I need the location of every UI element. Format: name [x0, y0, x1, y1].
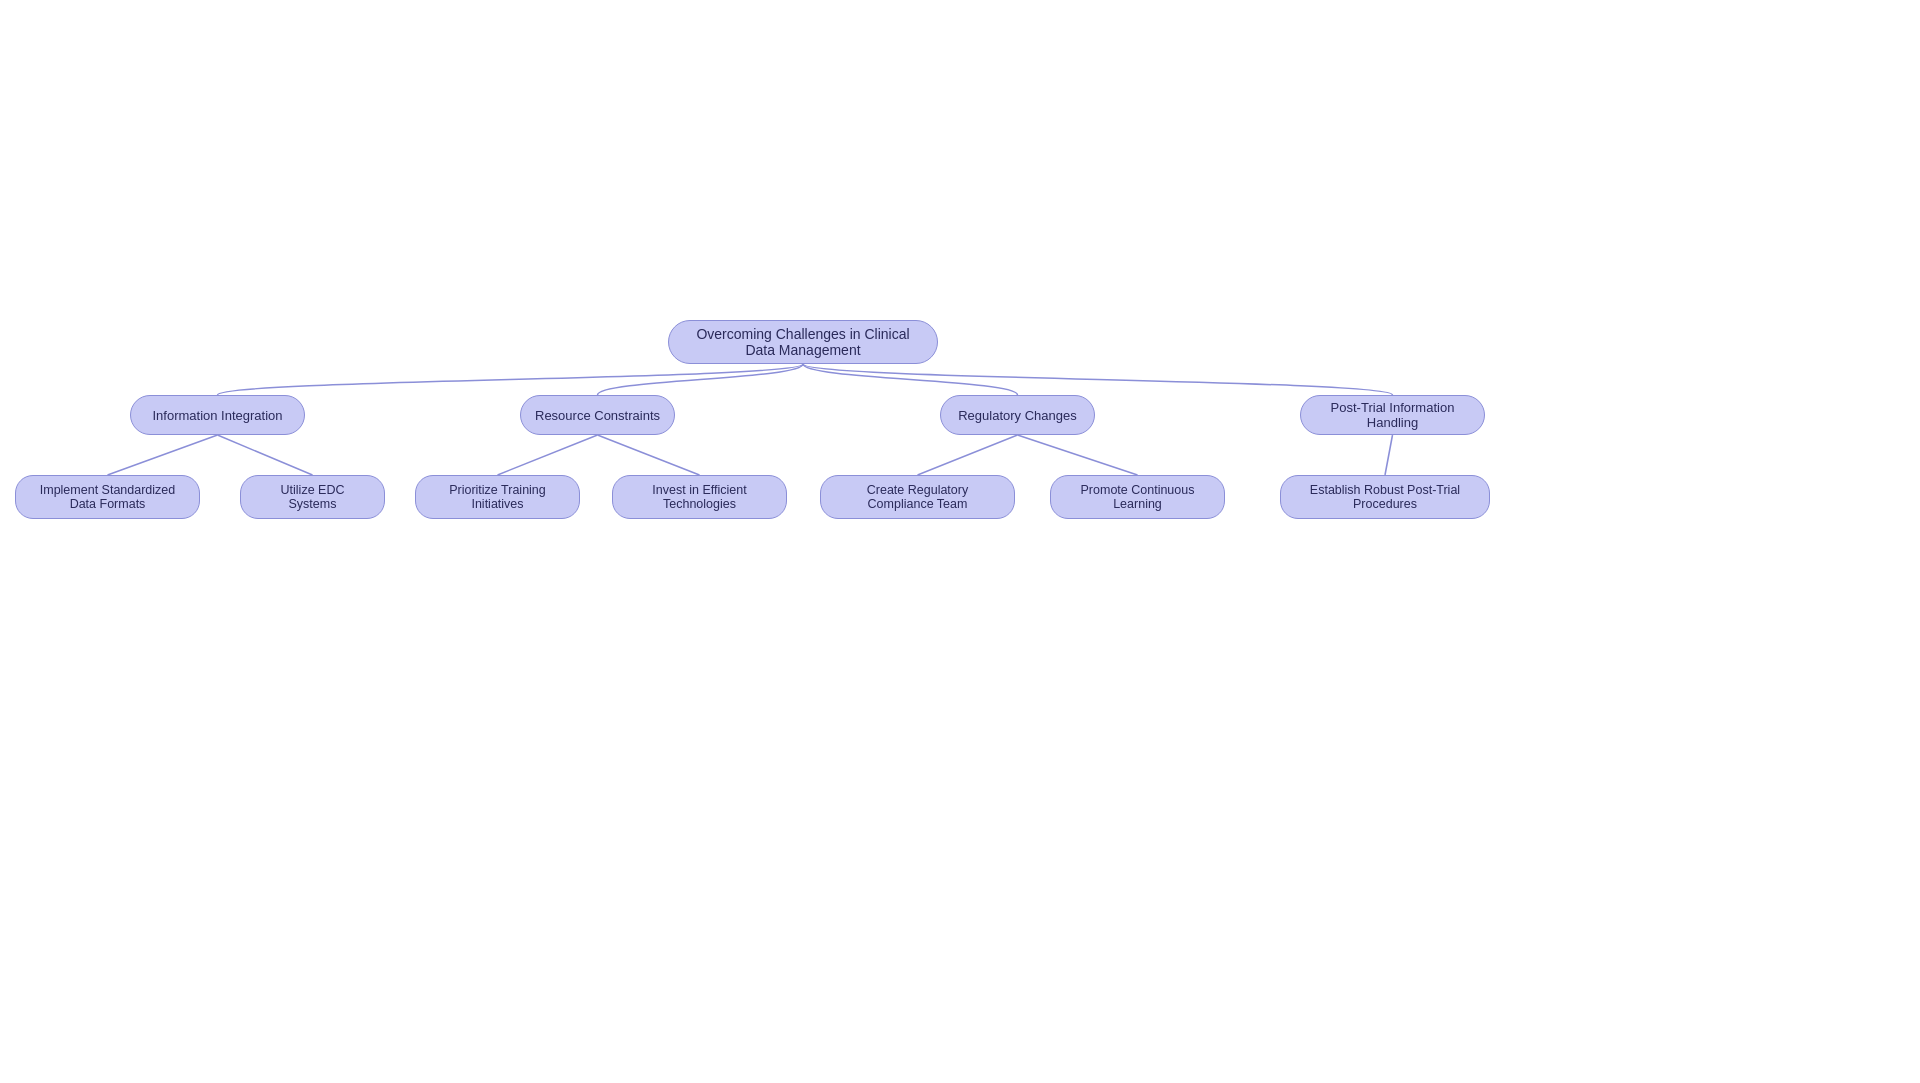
info-integration-label: Information Integration — [152, 408, 282, 423]
node-create-regulatory: Create Regulatory Compliance Team — [820, 475, 1015, 519]
node-prioritize-training: Prioritize Training Initiatives — [415, 475, 580, 519]
svg-line-2 — [498, 435, 598, 475]
node-utilize-edc: Utilize EDC Systems — [240, 475, 385, 519]
promote-learning-label: Promote Continuous Learning — [1065, 483, 1210, 511]
resource-constraints-label: Resource Constraints — [535, 408, 660, 423]
establish-robust-label: Establish Robust Post-Trial Procedures — [1295, 483, 1475, 511]
svg-line-0 — [108, 435, 218, 475]
node-regulatory-changes: Regulatory Changes — [940, 395, 1095, 435]
svg-line-5 — [1018, 435, 1138, 475]
node-resource-constraints: Resource Constraints — [520, 395, 675, 435]
post-trial-label: Post-Trial Information Handling — [1315, 400, 1470, 430]
regulatory-changes-label: Regulatory Changes — [958, 408, 1077, 423]
create-regulatory-label: Create Regulatory Compliance Team — [835, 483, 1000, 511]
node-establish-robust: Establish Robust Post-Trial Procedures — [1280, 475, 1490, 519]
svg-line-1 — [218, 435, 313, 475]
svg-line-3 — [598, 435, 700, 475]
connector-lines — [0, 0, 1920, 1083]
root-label: Overcoming Challenges in Clinical Data M… — [683, 326, 923, 358]
prioritize-training-label: Prioritize Training Initiatives — [430, 483, 565, 511]
implement-std-label: Implement Standardized Data Formats — [30, 483, 185, 511]
svg-line-6 — [1385, 435, 1393, 475]
invest-efficient-label: Invest in Efficient Technologies — [627, 483, 772, 511]
svg-line-4 — [918, 435, 1018, 475]
node-promote-learning: Promote Continuous Learning — [1050, 475, 1225, 519]
utilize-edc-label: Utilize EDC Systems — [255, 483, 370, 511]
diagram-container: Overcoming Challenges in Clinical Data M… — [0, 0, 1920, 1083]
root-node: Overcoming Challenges in Clinical Data M… — [668, 320, 938, 364]
node-implement-standardized: Implement Standardized Data Formats — [15, 475, 200, 519]
node-invest-efficient: Invest in Efficient Technologies — [612, 475, 787, 519]
node-post-trial-information: Post-Trial Information Handling — [1300, 395, 1485, 435]
node-information-integration: Information Integration — [130, 395, 305, 435]
